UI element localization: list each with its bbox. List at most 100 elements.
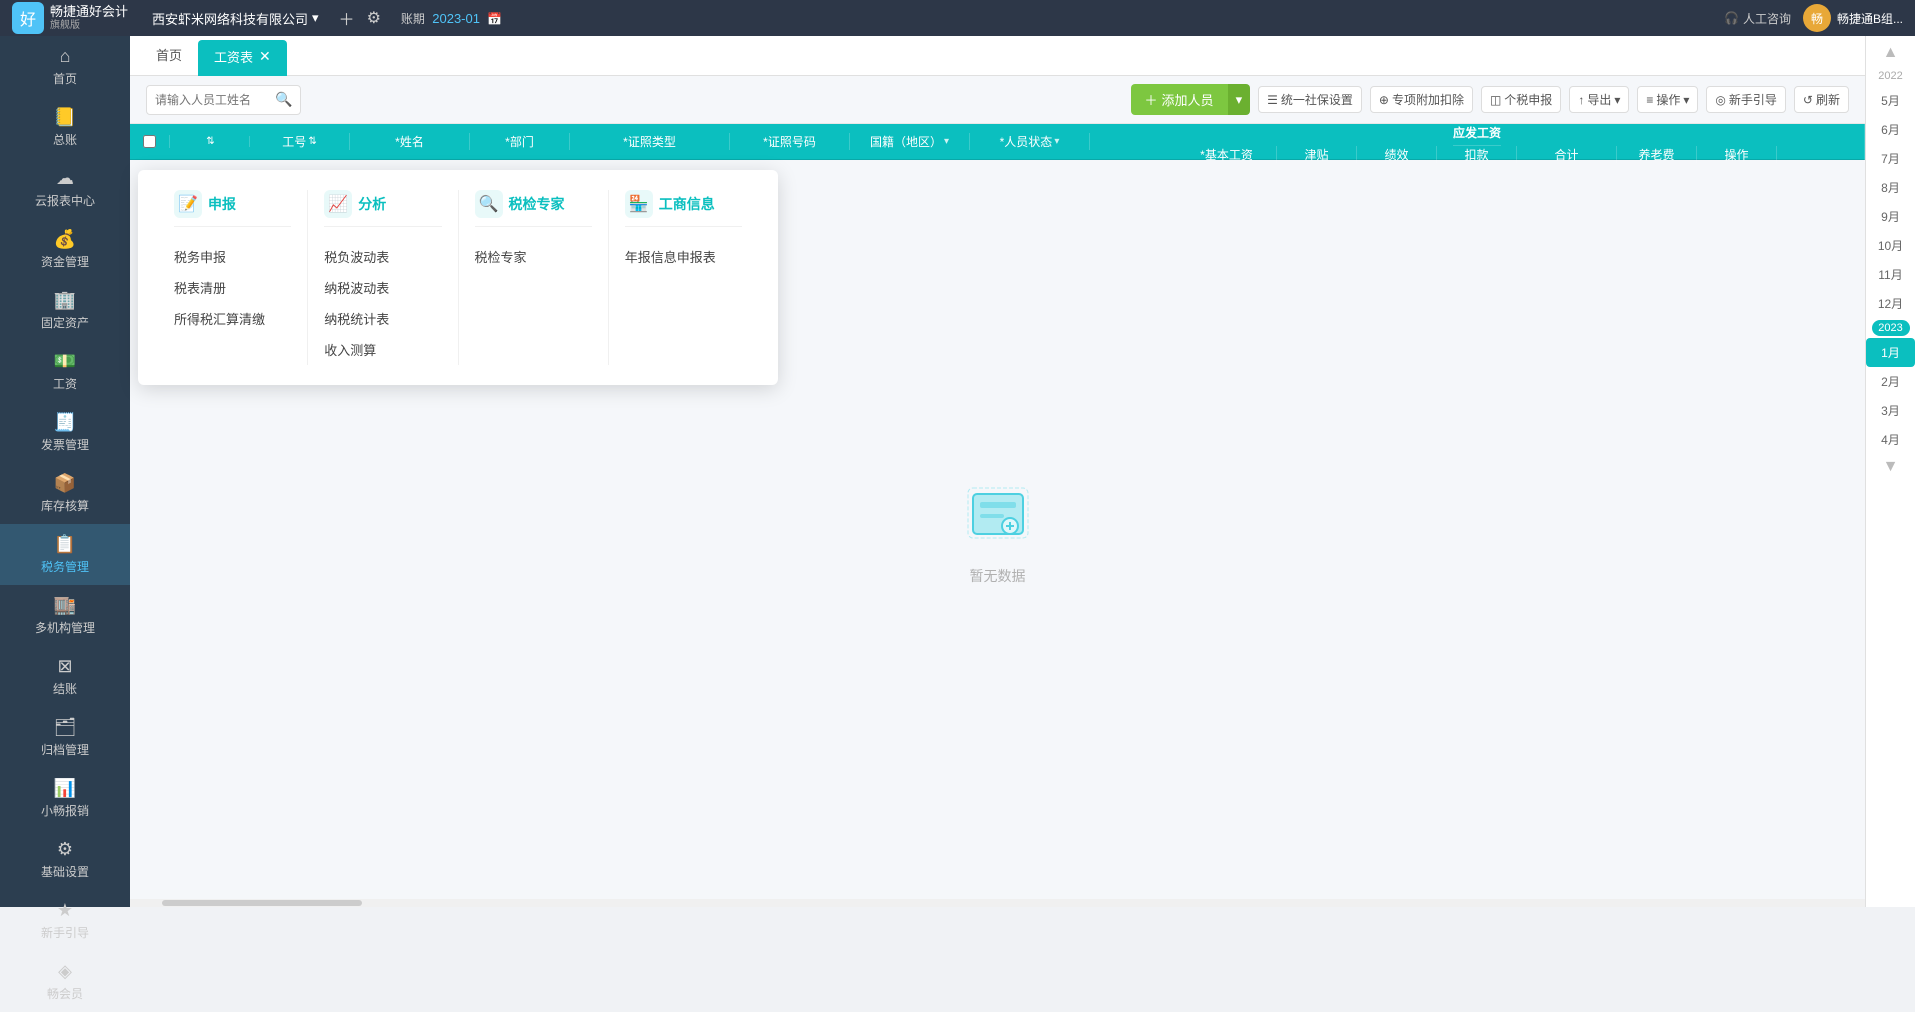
th-idtype[interactable]: *部门 bbox=[470, 133, 570, 150]
tax-return-button[interactable]: ◫ 个税申报 bbox=[1481, 86, 1561, 113]
ops-icon: ≡ bbox=[1646, 93, 1653, 107]
cal-month-3[interactable]: 3月 bbox=[1866, 396, 1915, 425]
table-header-row1: ⇅ 工号⇅ *姓名 *部门 *证照类型 *证照号码 国籍（地区）▾ *人员状态▾… bbox=[130, 124, 1865, 160]
cal-month-12[interactable]: 12月 bbox=[1866, 289, 1915, 318]
th-region[interactable]: *证照号码 bbox=[730, 133, 850, 150]
refresh-icon: ↺ bbox=[1803, 93, 1813, 107]
cal-month-11[interactable]: 11月 bbox=[1866, 260, 1915, 289]
social-security-button[interactable]: ☰ 统一社保设置 bbox=[1258, 86, 1362, 113]
gear-icon: ⚙ bbox=[57, 839, 73, 860]
add-person-dropdown-arrow[interactable]: ▾ bbox=[1228, 84, 1251, 115]
cal-month-7[interactable]: 7月 bbox=[1866, 144, 1915, 173]
settings-icon[interactable]: ⚙ bbox=[367, 8, 381, 28]
sort-id-icon: ⇅ bbox=[206, 136, 214, 147]
search-box[interactable]: 🔍 bbox=[146, 85, 301, 115]
star-icon: ★ bbox=[57, 900, 73, 921]
cal-month-9[interactable]: 9月 bbox=[1866, 202, 1915, 231]
member-icon: ◈ bbox=[58, 961, 72, 982]
top-bar-actions: ＋ ⚙ bbox=[339, 6, 381, 30]
tab-home[interactable]: 首页 bbox=[140, 36, 198, 76]
content-area: 首页 工资表 ✕ 🔍 ＋ 添加人员 ▾ bbox=[130, 36, 1865, 907]
sidebar-item-ledger[interactable]: 📒 总账 bbox=[0, 97, 130, 158]
sidebar-item-cloud-report[interactable]: ☁ 云报表中心 bbox=[0, 158, 130, 219]
fund-icon: 💰 bbox=[54, 229, 76, 250]
right-calendar-panel: ▲ 2022 5月 6月 7月 8月 9月 10月 11月 12月 2023 1… bbox=[1865, 36, 1915, 907]
empty-state: 暂无数据 bbox=[130, 160, 1865, 899]
select-all-checkbox[interactable] bbox=[143, 135, 156, 148]
scrollbar-thumb[interactable] bbox=[162, 900, 362, 906]
th-checkbox[interactable] bbox=[130, 135, 170, 148]
prev-year-label: 2022 bbox=[1876, 66, 1904, 86]
app-logo: 好 畅捷通好会计 旗舰版 bbox=[12, 2, 142, 34]
filter-report-icon[interactable]: ▾ bbox=[1054, 136, 1059, 147]
guide-button[interactable]: ◎ 新手引导 bbox=[1706, 86, 1786, 113]
sidebar-item-basic[interactable]: ⚙ 基础设置 bbox=[0, 829, 130, 890]
th-idno[interactable]: *证照类型 bbox=[570, 133, 730, 150]
sidebar-item-report[interactable]: 📊 小畅报销 bbox=[0, 768, 130, 829]
tax-icon: 📋 bbox=[54, 534, 76, 555]
report-icon: 📊 bbox=[54, 778, 76, 799]
cloud-icon: ☁ bbox=[56, 168, 74, 189]
company-selector[interactable]: 西安虾米网络科技有限公司 ▾ bbox=[152, 9, 323, 28]
service-button[interactable]: 🎧 人工咨询 bbox=[1724, 10, 1791, 27]
empty-icon bbox=[958, 474, 1038, 554]
th-name[interactable]: 工号⇅ bbox=[250, 133, 350, 150]
export-button[interactable]: ↑ 导出 ▾ bbox=[1569, 86, 1629, 113]
cal-month-10[interactable]: 10月 bbox=[1866, 231, 1915, 260]
tax-return-icon: ◫ bbox=[1490, 93, 1501, 107]
cal-down-arrow[interactable]: ▼ bbox=[1879, 454, 1903, 480]
ops-button[interactable]: ≡ 操作 ▾ bbox=[1637, 86, 1698, 113]
current-year-badge: 2023 bbox=[1872, 320, 1910, 336]
sidebar-item-fixed-assets[interactable]: 🏢 固定资产 bbox=[0, 280, 130, 341]
cal-month-4[interactable]: 4月 bbox=[1866, 425, 1915, 454]
plus-icon[interactable]: ＋ bbox=[339, 6, 355, 30]
th-salary-group: 应发工资 *基本工资 津贴 绩效 扣款 合计 养老费 操作 bbox=[1090, 124, 1865, 163]
cal-month-8[interactable]: 8月 bbox=[1866, 173, 1915, 202]
sidebar-item-newbie[interactable]: ★ 新手引导 bbox=[0, 890, 130, 951]
cal-month-1[interactable]: 1月 bbox=[1866, 338, 1915, 367]
calendar-icon[interactable]: 📅 bbox=[487, 12, 502, 26]
top-bar-right: 🎧 人工咨询 畅 畅捷通B组... bbox=[1724, 4, 1903, 32]
cal-month-5[interactable]: 5月 bbox=[1866, 86, 1915, 115]
sidebar-item-member[interactable]: ◈ 畅会员 bbox=[0, 951, 130, 1012]
sort-name-icon: ⇅ bbox=[308, 136, 316, 147]
tab-close-icon[interactable]: ✕ bbox=[259, 48, 271, 65]
special-icon: ⊕ bbox=[1379, 93, 1389, 107]
sidebar-item-tax[interactable]: 📋 税务管理 bbox=[0, 524, 130, 585]
salary-icon: 💵 bbox=[54, 351, 76, 372]
user-avatar: 畅 bbox=[1803, 4, 1831, 32]
filter-status-icon[interactable]: ▾ bbox=[944, 136, 949, 147]
sidebar-item-multi-org[interactable]: 🏬 多机构管理 bbox=[0, 585, 130, 646]
refresh-button[interactable]: ↺ 刷新 bbox=[1794, 86, 1849, 113]
export-arrow-icon: ▾ bbox=[1614, 93, 1620, 107]
special-deduct-button[interactable]: ⊕ 专项附加扣除 bbox=[1370, 86, 1473, 113]
user-info[interactable]: 畅 畅捷通B组... bbox=[1803, 4, 1903, 32]
th-dept[interactable]: *姓名 bbox=[350, 133, 470, 150]
ledger-icon: 📒 bbox=[54, 107, 76, 128]
toolbar: 🔍 ＋ 添加人员 ▾ ☰ 统一社保设置 ⊕ 专项附加扣除 bbox=[130, 76, 1865, 124]
cal-month-6[interactable]: 6月 bbox=[1866, 115, 1915, 144]
sidebar: ⌂ 首页 📒 总账 ☁ 云报表中心 💰 资金管理 🏢 固定资产 💵 工资 🧾 发… bbox=[0, 36, 130, 907]
sidebar-item-fund[interactable]: 💰 资金管理 bbox=[0, 219, 130, 280]
sidebar-item-salary[interactable]: 💵 工资 bbox=[0, 341, 130, 402]
horizontal-scrollbar[interactable] bbox=[130, 899, 1865, 907]
add-person-button[interactable]: ＋ 添加人员 bbox=[1131, 84, 1228, 115]
tab-salary[interactable]: 工资表 ✕ bbox=[198, 40, 287, 76]
empty-text: 暂无数据 bbox=[970, 566, 1026, 586]
cal-up-arrow[interactable]: ▲ bbox=[1879, 40, 1903, 66]
period-label: 账期 2023-01 📅 bbox=[401, 10, 502, 27]
sidebar-item-invoice[interactable]: 🧾 发票管理 bbox=[0, 402, 130, 463]
th-report[interactable]: *人员状态▾ bbox=[970, 133, 1090, 150]
ops-arrow-icon: ▾ bbox=[1683, 93, 1689, 107]
sidebar-item-inventory[interactable]: 📦 库存核算 bbox=[0, 463, 130, 524]
inventory-icon: 📦 bbox=[54, 473, 76, 494]
search-input[interactable] bbox=[155, 93, 275, 107]
toolbar-right: ＋ 添加人员 ▾ ☰ 统一社保设置 ⊕ 专项附加扣除 ◫ 个税申报 bbox=[1131, 84, 1849, 115]
invoice-icon: 🧾 bbox=[54, 412, 76, 433]
th-status[interactable]: 国籍（地区）▾ bbox=[850, 133, 970, 150]
cal-month-2[interactable]: 2月 bbox=[1866, 367, 1915, 396]
sidebar-item-home[interactable]: ⌂ 首页 bbox=[0, 36, 130, 97]
th-id[interactable]: ⇅ bbox=[170, 136, 250, 147]
sidebar-item-archive[interactable]: 🗂 归档管理 bbox=[0, 707, 130, 768]
sidebar-item-close[interactable]: ⊠ 结账 bbox=[0, 646, 130, 707]
